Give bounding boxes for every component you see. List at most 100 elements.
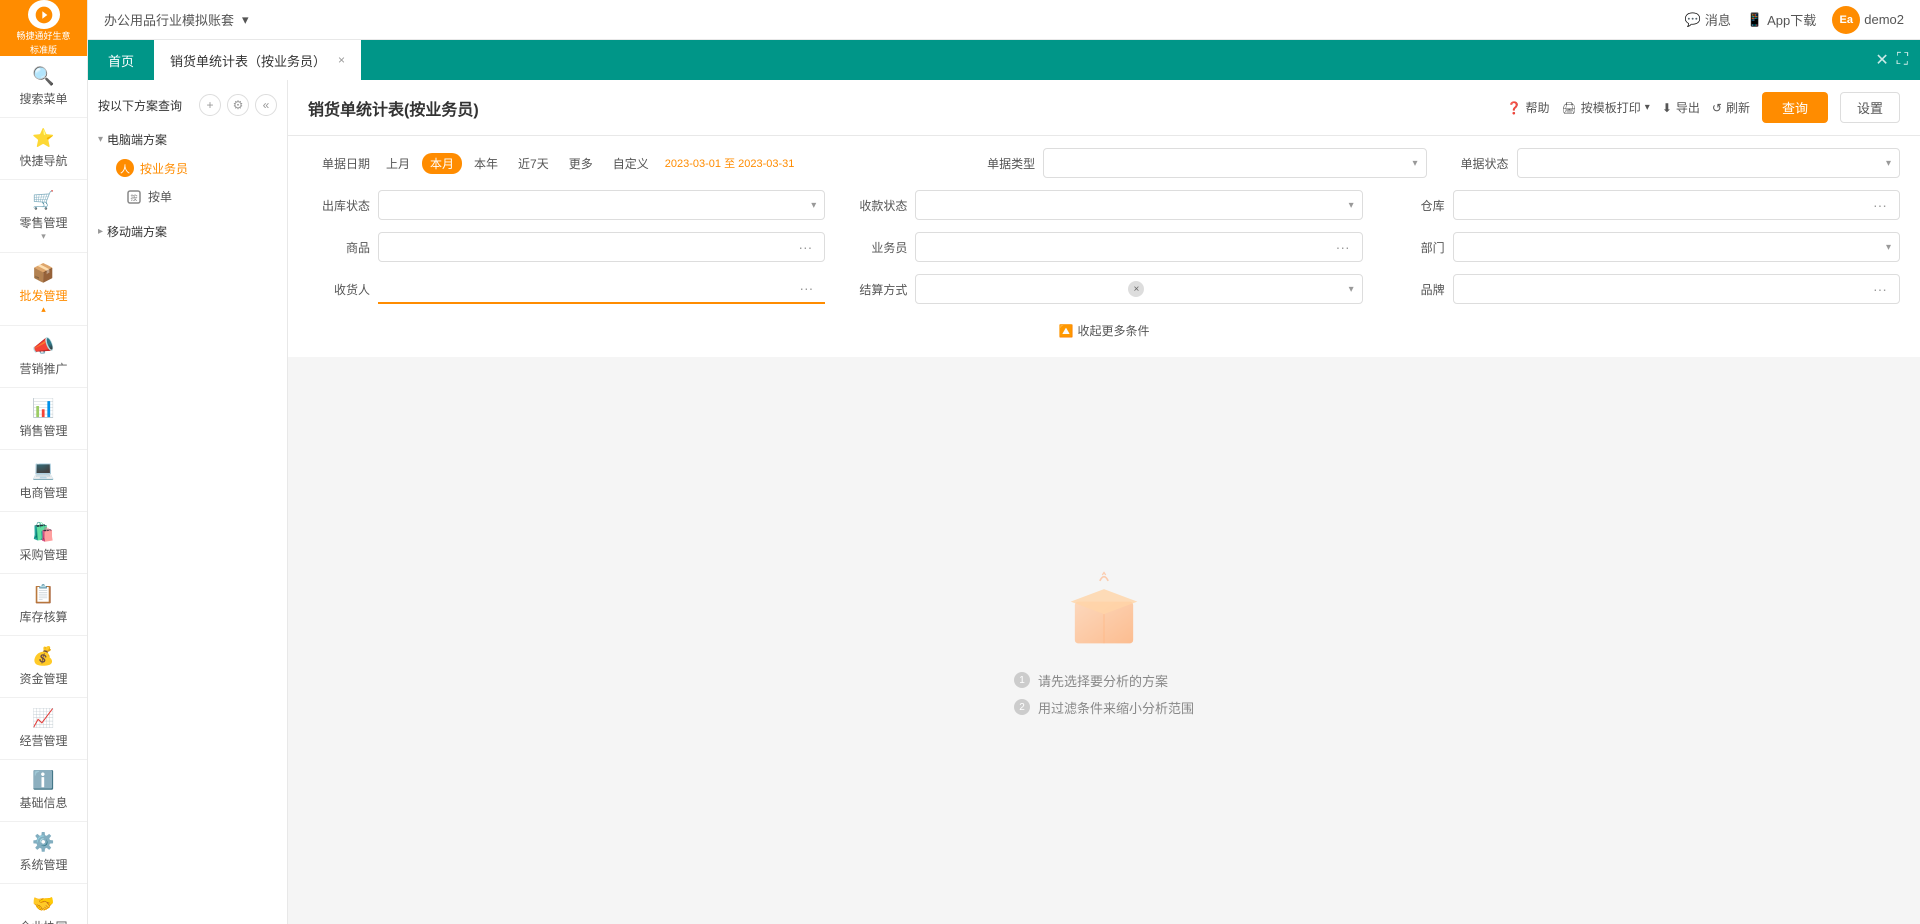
refresh-btn[interactable]: ↺ 刷新	[1712, 99, 1750, 116]
breadcrumb-arrow-icon[interactable]: ▾	[242, 12, 249, 28]
pay-status-control: ▾	[915, 190, 1362, 220]
ship-status-select[interactable]: ▾	[378, 190, 825, 220]
sidebar-item-label: 基础信息	[19, 794, 67, 811]
print-label: 按模板打印	[1581, 99, 1641, 116]
sidebar-item-label: 经营管理	[19, 732, 67, 749]
tab-close-icon[interactable]: ×	[338, 53, 345, 67]
warehouse-ellipsis-icon[interactable]: ···	[1869, 197, 1891, 213]
app-download-btn[interactable]: 📱 App下载	[1747, 10, 1816, 29]
tree-child-by-salesperson[interactable]: 人 按业务员	[88, 153, 287, 183]
sidebar-item-ecommerce[interactable]: 💻 电商管理	[0, 450, 88, 512]
operations-icon: 📈	[32, 708, 54, 729]
warehouse-label: 仓库	[1383, 197, 1453, 214]
doc-type-control: ▾	[1043, 148, 1426, 178]
collapse-label: 收起更多条件	[1077, 322, 1149, 339]
left-panel: 按以下方案查询 + ⚙ « ▾ 电脑端方案 人 按业务员 按 按单	[88, 80, 288, 924]
sidebar-item-label: 销售管理	[19, 422, 67, 439]
ship-status-arrow-icon: ▾	[811, 200, 816, 211]
tree-parent-label: 电脑端方案	[107, 131, 167, 148]
settings-btn[interactable]: 设置	[1840, 92, 1900, 123]
tab-active[interactable]: 销货单统计表（按业务员） ×	[154, 40, 361, 80]
dept-arrow-icon: ▾	[1886, 242, 1891, 253]
doc-type-select[interactable]: ▾	[1043, 148, 1426, 178]
brand-select[interactable]: ···	[1453, 274, 1900, 304]
settlement-arrow-icon: ▾	[1349, 284, 1354, 295]
consignee-label: 收货人	[308, 281, 378, 298]
export-btn[interactable]: ⬇ 导出	[1662, 99, 1700, 116]
dept-select[interactable]: ▾	[1453, 232, 1900, 262]
topbar-right: 💬 消息 📱 App下载 Ea demo2	[1685, 6, 1904, 34]
sidebar-item-system[interactable]: ⚙️ 系统管理	[0, 822, 88, 884]
sidebar-item-sales[interactable]: 📊 销售管理	[0, 388, 88, 450]
sidebar-item-marketing[interactable]: 📣 营销推广	[0, 326, 88, 388]
date-label: 单据日期	[308, 155, 378, 172]
doc-status-select[interactable]: ▾	[1517, 148, 1900, 178]
inventory-icon: 📋	[32, 584, 54, 605]
sidebar-item-wholesale[interactable]: 📦 批发管理 ▴	[0, 253, 88, 326]
collapse-filter-btn[interactable]: 🔼 收起更多条件	[308, 316, 1900, 345]
date-tab-7days[interactable]: 近7天	[510, 153, 557, 174]
add-scheme-btn[interactable]: +	[199, 94, 221, 116]
sidebar-item-search[interactable]: 🔍 搜索菜单	[0, 56, 88, 118]
sidebar-item-inventory[interactable]: 📋 库存核算	[0, 574, 88, 636]
salesperson-select[interactable]: ···	[915, 232, 1362, 262]
warehouse-select[interactable]: ···	[1453, 190, 1900, 220]
sidebar-item-purchase[interactable]: 🛍️ 采购管理	[0, 512, 88, 574]
date-tab-custom[interactable]: 自定义	[605, 153, 657, 174]
sidebar-item-retail[interactable]: 🛒 零售管理 ▾	[0, 180, 88, 253]
print-btn[interactable]: 🖨 按模板打印 ▾	[1562, 99, 1650, 116]
empty-state: 1 请先选择要分析的方案 2 用过滤条件来缩小分析范围	[288, 357, 1920, 924]
tab-home[interactable]: 首页	[88, 40, 154, 80]
tree-sub-child-label: 按单	[148, 188, 172, 205]
brand-ellipsis-icon[interactable]: ···	[1869, 281, 1891, 297]
date-tab-this-year[interactable]: 本年	[466, 153, 506, 174]
goods-ellipsis-icon[interactable]: ···	[794, 239, 816, 255]
message-btn[interactable]: 💬 消息	[1685, 10, 1731, 29]
salesperson-control: ···	[915, 232, 1362, 262]
sales-icon: 📊	[32, 398, 54, 419]
app-download-label: App下载	[1767, 10, 1816, 29]
collapse-panel-btn[interactable]: «	[255, 94, 277, 116]
dept-control: ▾	[1453, 232, 1900, 262]
sidebar-item-enterprise[interactable]: 🤝 企业协同	[0, 884, 88, 924]
search-nav-icon: 🔍	[32, 66, 54, 87]
print-dropdown-icon: ▾	[1645, 102, 1650, 113]
settlement-select[interactable]: × ▾	[915, 274, 1362, 304]
brand-label: 品牌	[1383, 281, 1453, 298]
sidebar-item-basic[interactable]: ℹ️ 基础信息	[0, 760, 88, 822]
print-icon: 🖨	[1562, 101, 1577, 115]
search-btn[interactable]: 查询	[1762, 92, 1828, 123]
filter-row-4: 收货人 ··· 结算方式 × ▾	[308, 274, 1900, 304]
settlement-clear-btn[interactable]: ×	[1128, 281, 1144, 297]
settings-scheme-btn[interactable]: ⚙	[227, 94, 249, 116]
user-menu[interactable]: Ea demo2	[1832, 6, 1904, 34]
tree-parent-desktop[interactable]: ▾ 电脑端方案	[88, 126, 287, 153]
date-tab-more[interactable]: 更多	[561, 153, 601, 174]
ecommerce-icon: 💻	[32, 460, 54, 481]
sidebar-item-quick-nav[interactable]: ⭐ 快捷导航	[0, 118, 88, 180]
filter-row-1: 单据日期 上月 本月 本年 近7天 更多 自定义 2023-03-01 至 20…	[308, 148, 1900, 178]
goods-control: ···	[378, 232, 825, 262]
right-panel: 销货单统计表(按业务员) ❓ 帮助 🖨 按模板打印 ▾ ⬇	[288, 80, 1920, 924]
help-btn[interactable]: ❓ 帮助	[1507, 99, 1550, 116]
goods-select[interactable]: ···	[378, 232, 825, 262]
date-tab-last-month[interactable]: 上月	[378, 153, 418, 174]
page-header: 销货单统计表(按业务员) ❓ 帮助 🖨 按模板打印 ▾ ⬇	[288, 80, 1920, 136]
sidebar-item-finance[interactable]: 💰 资金管理	[0, 636, 88, 698]
sidebar-item-label: 采购管理	[19, 546, 67, 563]
salesperson-ellipsis-icon[interactable]: ···	[1332, 239, 1354, 255]
pay-status-label: 收款状态	[845, 197, 915, 214]
settlement-control: × ▾	[915, 274, 1362, 304]
marketing-icon: 📣	[32, 336, 54, 357]
sidebar-logo[interactable]: 畅捷通好生意 标准版	[0, 0, 88, 56]
tab-window-close-icon[interactable]: ✕	[1875, 50, 1888, 70]
consignee-ellipsis-icon[interactable]: ···	[795, 280, 817, 296]
consignee-input[interactable]: ···	[378, 274, 825, 304]
pay-status-select[interactable]: ▾	[915, 190, 1362, 220]
tree-section-mobile: ▸ 移动端方案	[88, 214, 287, 249]
tree-parent-mobile[interactable]: ▸ 移动端方案	[88, 218, 287, 245]
sidebar-item-operations[interactable]: 📈 经营管理	[0, 698, 88, 760]
tree-sub-child-by-order[interactable]: 按 按单	[88, 183, 287, 210]
tab-expand-icon[interactable]: ⛶	[1897, 51, 1908, 69]
date-tab-this-month[interactable]: 本月	[422, 153, 462, 174]
